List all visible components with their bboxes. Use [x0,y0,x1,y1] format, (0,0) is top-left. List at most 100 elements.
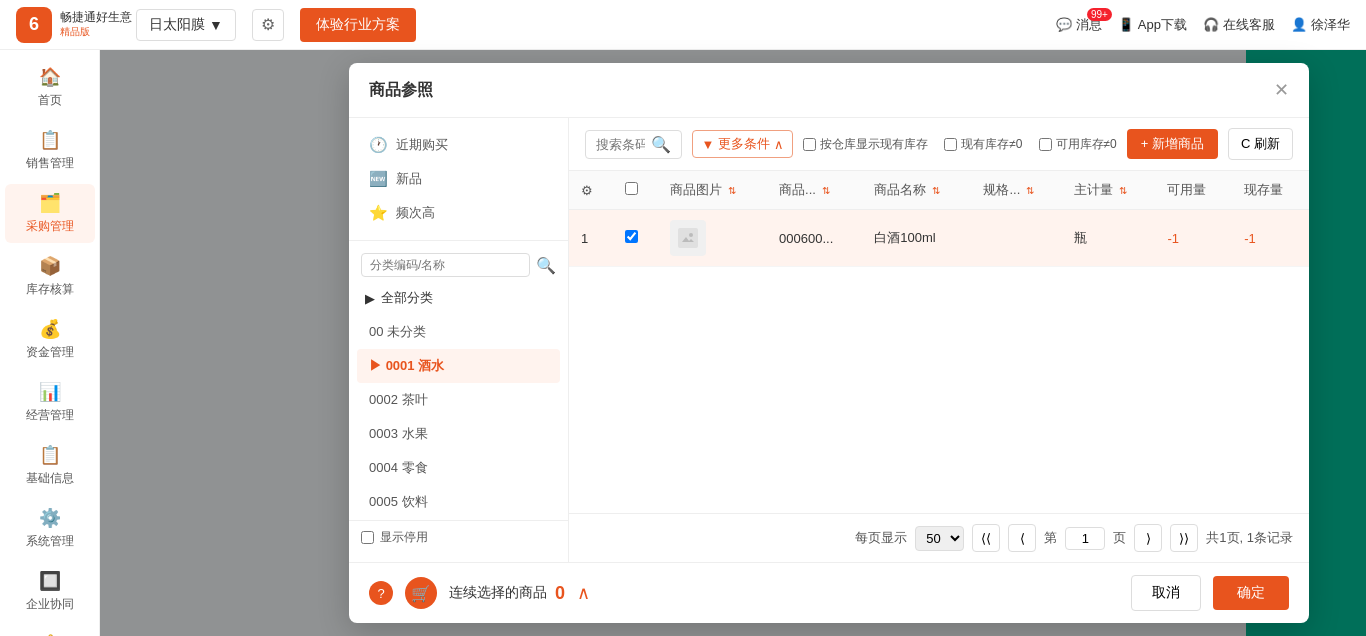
sort-icon-unit: ⇅ [1119,185,1127,196]
warehouse-checkbox-label[interactable]: 按仓库显示现有库存 [803,136,928,153]
product-search-input[interactable] [596,137,645,152]
finance-icon: 💰 [39,318,61,340]
category-list: ▶ 全部分类 00 未分类 ▶ 0001 酒水 0002 茶叶 0003 水果 … [349,281,568,520]
cell-spec [971,210,1062,267]
top-nav: 6 畅捷通好生意 精品版 日太阳膜 ▼ ⚙ 体验行业方案 💬 消息 99+ 📱 … [0,0,1366,50]
category-item-unclassified[interactable]: 00 未分类 [357,315,560,349]
add-product-button[interactable]: + 新增商品 [1127,129,1218,159]
last-page-button[interactable]: ⟩⟩ [1170,524,1198,552]
enterprise-icon: 🔲 [39,570,61,592]
first-page-button[interactable]: ⟨⟨ [972,524,1000,552]
usable-checkbox[interactable] [1039,138,1052,151]
cancel-button[interactable]: 取消 [1131,575,1201,611]
sub-expand-icon: ▶ [369,358,382,373]
stock-checkbox[interactable] [944,138,957,151]
chevron-up-icon: ∧ [774,137,784,152]
display-disabled-row: 显示停用 [349,520,568,554]
home-icon: 🏠 [39,66,61,88]
left-panel: 🕐 近期购买 🆕 新品 ⭐ 频次高 [349,118,569,562]
cell-unit: 瓶 [1062,210,1155,267]
category-item-fruit[interactable]: 0003 水果 [357,417,560,451]
new-icon: 🆕 [369,170,388,188]
help-button[interactable]: ? [369,581,393,605]
cell-checkbox[interactable] [613,210,658,267]
chevron-down-icon: ▼ [209,17,223,33]
search-icon[interactable]: 🔍 [651,135,671,154]
online-service-button[interactable]: 🎧 在线客服 [1203,16,1275,34]
toolbar: 🔍 ▼ 更多条件 ∧ 按仓库显示现有库存 [569,118,1309,171]
warehouse-checkbox[interactable] [803,138,816,151]
display-disabled-checkbox[interactable] [361,531,374,544]
category-search-input[interactable] [361,253,530,277]
user-profile[interactable]: 👤 徐泽华 [1291,16,1350,34]
table-row[interactable]: 1 000600... 白酒100ml [569,210,1309,267]
refresh-button[interactable]: C 刷新 [1228,128,1293,160]
messages-button[interactable]: 💬 消息 99+ [1056,16,1102,34]
product-thumbnail [670,220,706,256]
sort-icon-code: ⇅ [822,185,830,196]
sidebar-item-enterprise[interactable]: 🔲 企业协同 [5,562,95,621]
app-download-button[interactable]: 📱 App下载 [1118,16,1187,34]
product-search-box: 🔍 [585,130,682,159]
headset-icon: 🎧 [1203,17,1219,32]
star-icon: ⭐ [369,204,388,222]
sidebar-item-home[interactable]: 🏠 首页 [5,58,95,117]
inventory-icon: 📦 [39,255,61,277]
next-page-button[interactable]: ⟩ [1134,524,1162,552]
collapse-icon[interactable]: ∧ [577,582,590,604]
nav-center: 日太阳膜 ▼ ⚙ 体验行业方案 [136,8,1056,42]
sidebar-item-basic-info[interactable]: 📋 基础信息 [5,436,95,495]
category-search-icon[interactable]: 🔍 [536,256,556,275]
settings-icon[interactable]: ⚙ [252,9,284,41]
phone-icon: 📱 [1118,17,1134,32]
sidebar-item-system[interactable]: ⚙️ 系统管理 [5,499,95,558]
category-all[interactable]: ▶ 全部分类 [357,281,560,315]
pagination: 每页显示 50 ⟨⟨ ⟨ 第 页 ⟩ ⟩⟩ 共1页, 1条记录 [569,513,1309,562]
category-item-liquor[interactable]: ▶ 0001 酒水 [357,349,560,383]
category-item-snack[interactable]: 0004 零食 [357,451,560,485]
filter-button[interactable]: ▼ 更多条件 ∧ [692,130,793,158]
dialog-title: 商品参照 [369,80,433,101]
dialog-body: 🕐 近期购买 🆕 新品 ⭐ 频次高 [349,118,1309,562]
sidebar-item-sales[interactable]: 📋 销售管理 [5,121,95,180]
footer-selected: 连续选择的商品 0 [449,583,565,604]
main-layout: 🏠 首页 📋 销售管理 🗂️ 采购管理 📦 库存核算 💰 资金管理 📊 经营管理… [0,50,1366,636]
usable-checkbox-label[interactable]: 可用库存≠0 [1039,136,1117,153]
row-checkbox[interactable] [625,230,638,243]
sales-icon: 📋 [39,129,61,151]
category-item-tea[interactable]: 0002 茶叶 [357,383,560,417]
product-table-area: ⚙ 商品图片 ⇅ 商品... ⇅ [569,171,1309,513]
cart-button[interactable]: 🛒 [405,577,437,609]
expand-icon: ▶ [365,291,375,306]
trial-button[interactable]: 体验行业方案 [300,8,416,42]
sidebar-item-finance[interactable]: 💰 资金管理 [5,310,95,369]
main-content: 商品参照 ✕ 🕐 近期购买 🆕 新品 [100,50,1366,636]
operations-icon: 📊 [39,381,61,403]
nav-dropdown[interactable]: 日太阳膜 ▼ [136,9,236,41]
select-all-checkbox[interactable] [625,182,638,195]
sidebar-item-operations[interactable]: 📊 经营管理 [5,373,95,432]
sidebar-item-inventory[interactable]: 📦 库存核算 [5,247,95,306]
prev-page-button[interactable]: ⟨ [1008,524,1036,552]
sort-icon: ⇅ [728,185,736,196]
sidebar-item-purchase[interactable]: 🗂️ 采购管理 [5,184,95,243]
logo-icon: 6 [16,7,52,43]
recent-purchase-item[interactable]: 🕐 近期购买 [361,130,556,160]
checkbox-row: 按仓库显示现有库存 现有库存≠0 可用库存≠0 [803,136,1117,153]
col-usable: 可用量 [1155,171,1232,210]
sidebar-item-guide[interactable]: 🔔 新手引导 [5,625,95,636]
basic-info-icon: 📋 [39,444,61,466]
sidebar: 🏠 首页 📋 销售管理 🗂️ 采购管理 📦 库存核算 💰 资金管理 📊 经营管理… [0,50,100,636]
page-number-input[interactable] [1065,527,1105,550]
new-goods-item[interactable]: 🆕 新品 [361,164,556,194]
high-frequency-item[interactable]: ⭐ 频次高 [361,198,556,228]
col-checkbox[interactable] [613,171,658,210]
page-size-select[interactable]: 50 [915,526,964,551]
message-icon: 💬 [1056,17,1072,32]
category-item-beverage[interactable]: 0005 饮料 [357,485,560,519]
col-settings[interactable]: ⚙ [569,171,613,210]
cell-index: 1 [569,210,613,267]
confirm-button[interactable]: 确定 [1213,576,1289,610]
stock-checkbox-label[interactable]: 现有库存≠0 [944,136,1022,153]
dialog-close-button[interactable]: ✕ [1274,79,1289,101]
